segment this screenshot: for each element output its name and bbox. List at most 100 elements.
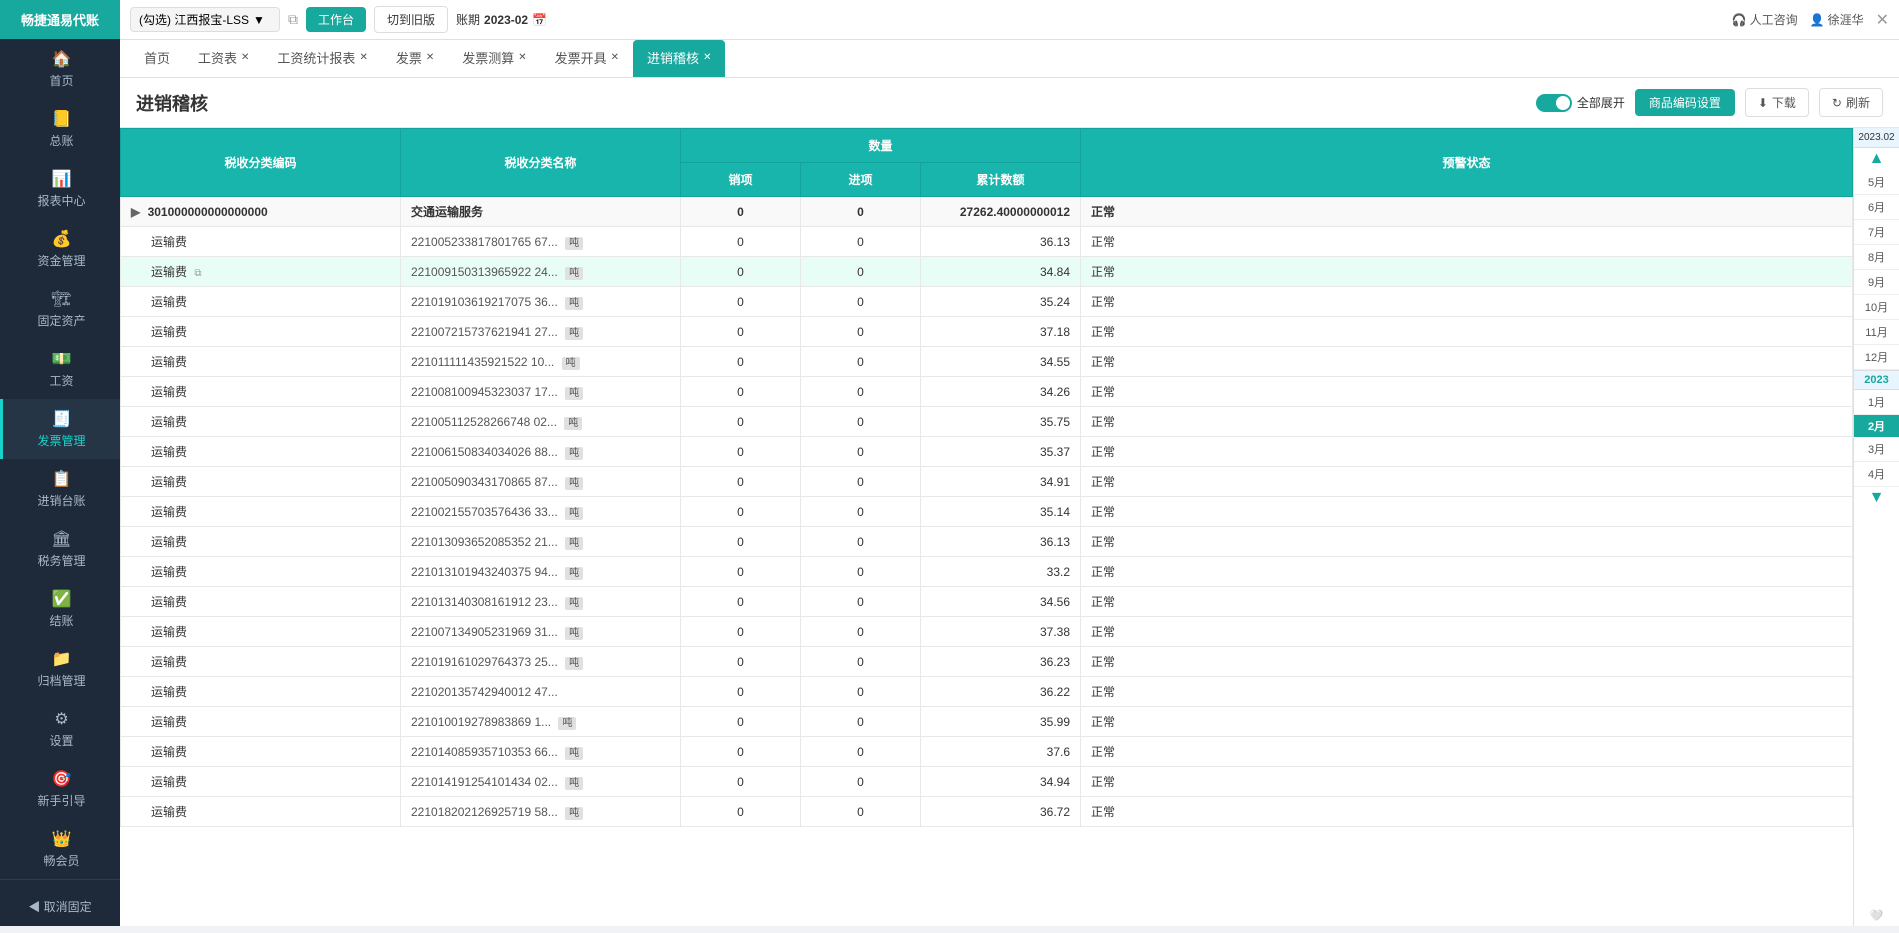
- download-button[interactable]: ⬇ 下载: [1745, 88, 1809, 117]
- month-7[interactable]: 7月: [1854, 220, 1899, 245]
- tax-code-cell: 运输费 ⧉: [121, 257, 401, 287]
- nav-up-arrow[interactable]: ▲: [1869, 148, 1885, 170]
- workbench-button[interactable]: 工作台: [306, 7, 366, 32]
- table-row[interactable]: 运输费 ⧉ 221009150313965922 24... 吨 0 0 34.…: [121, 257, 1853, 287]
- table-row[interactable]: 运输费 221008100945323037 17... 吨 0 0 34.26…: [121, 377, 1853, 407]
- table-row[interactable]: 运输费 221011111435921522 10... 吨 0 0 34.55…: [121, 347, 1853, 377]
- copy-icon[interactable]: ⧉: [194, 268, 201, 279]
- unit-badge: 吨: [565, 627, 583, 640]
- table-row[interactable]: 运输费 221014191254101434 02... 吨 0 0 34.94…: [121, 767, 1853, 797]
- sale-cell: 0: [681, 257, 801, 287]
- table-row[interactable]: 运输费 221005233817801765 67... 吨 0 0 36.13…: [121, 227, 1853, 257]
- tab-close-icon[interactable]: ✕: [518, 52, 526, 63]
- table-row[interactable]: 运输费 221002155703576436 33... 吨 0 0 35.14…: [121, 497, 1853, 527]
- sidebar-item-settle[interactable]: ✅ 结账: [0, 579, 120, 639]
- sale-cell: 0: [681, 797, 801, 827]
- nav-down-arrow[interactable]: ▼: [1869, 487, 1885, 509]
- table-row[interactable]: 运输费 221006150834034026 88... 吨 0 0 35.37…: [121, 437, 1853, 467]
- tab-invoice-calc[interactable]: 发票测算 ✕: [448, 40, 540, 77]
- table-row[interactable]: ▶ 301000000000000000 交通运输服务 0 0 27262.40…: [121, 197, 1853, 227]
- sidebar-item-invoice[interactable]: 🧾 发票管理: [0, 399, 120, 459]
- month-2-active[interactable]: 2月: [1854, 415, 1899, 437]
- sidebar-item-settings[interactable]: ⚙ 设置: [0, 699, 120, 759]
- copy-icon[interactable]: ⧉: [288, 11, 298, 28]
- status-cell: 正常: [1081, 617, 1853, 647]
- tab-invoice-open[interactable]: 发票开具 ✕: [541, 40, 633, 77]
- unit-badge: 吨: [565, 657, 583, 670]
- table-row[interactable]: 运输费 221005112528266748 02... 吨 0 0 35.75…: [121, 407, 1853, 437]
- close-button[interactable]: ✕: [1876, 10, 1889, 30]
- content-area: 税收分类编码 税收分类名称 数量 预警状态 销项 进项 累计数额: [120, 128, 1899, 926]
- table-row[interactable]: 运输费 221010019278983869 1... 吨 0 0 35.99 …: [121, 707, 1853, 737]
- tab-salary-stats[interactable]: 工资统计报表 ✕: [263, 40, 381, 77]
- sidebar-item-home[interactable]: 🏠 首页: [0, 39, 120, 99]
- sidebar-item-tax[interactable]: 🏛 税务管理: [0, 519, 120, 579]
- table-row[interactable]: 运输费 221019103619217075 36... 吨 0 0 35.24…: [121, 287, 1853, 317]
- tab-invoice[interactable]: 发票 ✕: [382, 40, 448, 77]
- toggle-label: 全部展开: [1577, 94, 1625, 111]
- support-link[interactable]: 🎧 人工咨询: [1732, 11, 1798, 28]
- unpin-button[interactable]: ◀ 取消固定: [0, 890, 120, 923]
- sidebar-item-capital[interactable]: 💰 资金管理: [0, 219, 120, 279]
- status-cell: 正常: [1081, 797, 1853, 827]
- company-selector[interactable]: (勾选) 江西报宝-LSS ▼: [130, 7, 280, 32]
- tab-close-icon[interactable]: ✕: [426, 52, 434, 63]
- toggle-switch[interactable]: [1536, 94, 1572, 112]
- status-cell: 正常: [1081, 557, 1853, 587]
- switch-version-button[interactable]: 切到旧版: [374, 6, 448, 33]
- sidebar-item-reports[interactable]: 📊 报表中心: [0, 159, 120, 219]
- sidebar-item-assets[interactable]: 🏗 固定资产: [0, 279, 120, 339]
- month-6[interactable]: 6月: [1854, 195, 1899, 220]
- tax-id-cell: 221019161029764373 25... 吨: [401, 647, 681, 677]
- table-row[interactable]: 运输费 221019161029764373 25... 吨 0 0 36.23…: [121, 647, 1853, 677]
- table-row[interactable]: 运输费 221013140308161912 23... 吨 0 0 34.56…: [121, 587, 1853, 617]
- tab-close-icon[interactable]: ✕: [241, 52, 249, 63]
- table-row[interactable]: 运输费 221013101943240375 94... 吨 0 0 33.2 …: [121, 557, 1853, 587]
- sidebar-item-salary[interactable]: 💵 工资: [0, 339, 120, 399]
- month-8[interactable]: 8月: [1854, 245, 1899, 270]
- status-cell: 正常: [1081, 377, 1853, 407]
- expand-icon[interactable]: ▶: [131, 205, 140, 219]
- tab-close-icon[interactable]: ✕: [611, 52, 619, 63]
- table-row[interactable]: 运输费 221018202126925719 58... 吨 0 0 36.72…: [121, 797, 1853, 827]
- table-row[interactable]: 运输费 221007215737621941 27... 吨 0 0 37.18…: [121, 317, 1853, 347]
- month-11[interactable]: 11月: [1854, 320, 1899, 345]
- sidebar-item-archive[interactable]: 📁 归档管理: [0, 639, 120, 699]
- sidebar-item-label: 总账: [49, 132, 73, 149]
- sidebar-item-guide[interactable]: 🎯 新手引导: [0, 759, 120, 819]
- table-row[interactable]: 运输费 221013093652085352 21... 吨 0 0 36.13…: [121, 527, 1853, 557]
- main-area: (勾选) 江西报宝-LSS ▼ ⧉ 工作台 切到旧版 账期 2023-02 📅 …: [120, 0, 1899, 926]
- month-1[interactable]: 1月: [1854, 390, 1899, 415]
- month-4[interactable]: 4月: [1854, 462, 1899, 487]
- table-row[interactable]: 运输费 221007134905231969 31... 吨 0 0 37.38…: [121, 617, 1853, 647]
- cumulative-cell: 33.2: [921, 557, 1081, 587]
- status-cell: 正常: [1081, 197, 1853, 227]
- calendar-icon[interactable]: 📅: [532, 13, 547, 27]
- month-10[interactable]: 10月: [1854, 295, 1899, 320]
- month-5[interactable]: 5月: [1854, 170, 1899, 195]
- unit-badge: 吨: [565, 567, 583, 580]
- tab-salary-table[interactable]: 工资表 ✕: [184, 40, 263, 77]
- table-row[interactable]: 运输费 221020135742940012 47... 0 0 36.22 正…: [121, 677, 1853, 707]
- goods-code-button[interactable]: 商品编码设置: [1635, 89, 1735, 116]
- user-avatar[interactable]: 👤 徐涯华: [1810, 11, 1864, 28]
- refresh-button[interactable]: ↻ 刷新: [1819, 88, 1883, 117]
- tab-close-icon[interactable]: ✕: [359, 52, 367, 63]
- month-12[interactable]: 12月: [1854, 345, 1899, 370]
- table-row[interactable]: 运输费 221005090343170865 87... 吨 0 0 34.91…: [121, 467, 1853, 497]
- sidebar-item-ledger[interactable]: 📒 总账: [0, 99, 120, 159]
- sale-cell: 0: [681, 497, 801, 527]
- sidebar-item-purchase[interactable]: 📋 进销台账: [0, 459, 120, 519]
- month-9[interactable]: 9月: [1854, 270, 1899, 295]
- sale-cell: 0: [681, 347, 801, 377]
- invoice-icon: 🧾: [52, 409, 72, 429]
- purchase-cell: 0: [801, 617, 921, 647]
- tab-close-icon[interactable]: ✕: [703, 52, 711, 63]
- sidebar-item-member[interactable]: 👑 畅会员: [0, 819, 120, 879]
- expand-toggle[interactable]: 全部展开: [1536, 94, 1625, 112]
- tab-home[interactable]: 首页: [130, 40, 184, 77]
- status-cell: 正常: [1081, 647, 1853, 677]
- tab-purchase-check[interactable]: 进销稽核 ✕: [633, 40, 725, 77]
- table-row[interactable]: 运输费 221014085935710353 66... 吨 0 0 37.6 …: [121, 737, 1853, 767]
- month-3[interactable]: 3月: [1854, 437, 1899, 462]
